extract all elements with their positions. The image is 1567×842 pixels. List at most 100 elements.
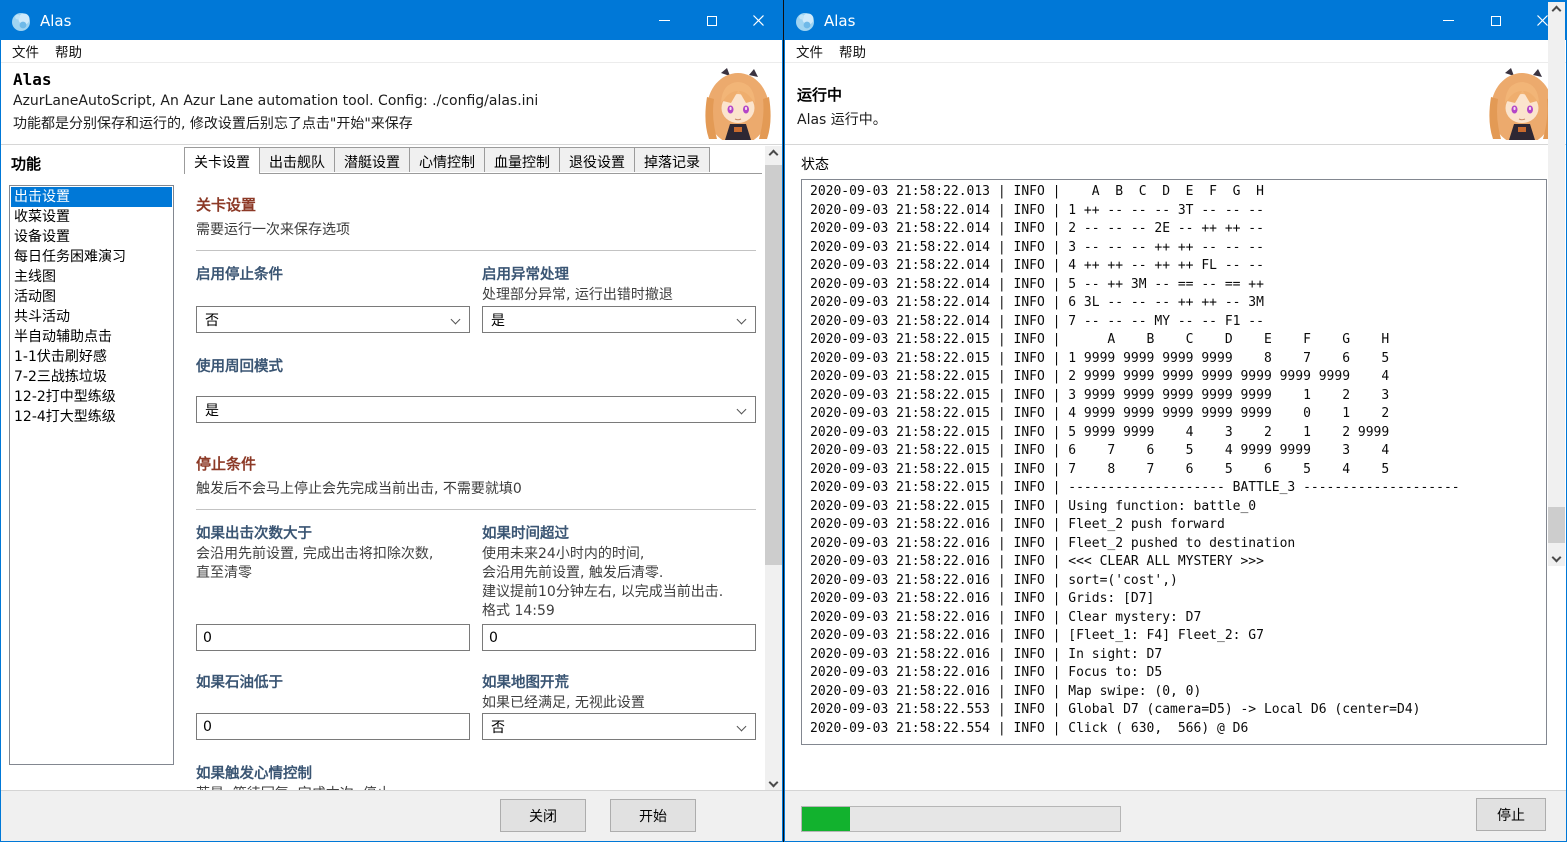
chevron-down-icon — [736, 404, 747, 415]
log-line: 2020-09-03 21:58:22.016 | INFO | Clear m… — [810, 609, 1202, 625]
section-desc: 需要运行一次来保存选项 — [196, 222, 350, 238]
sidebar-item[interactable]: 每日任务困难演习 — [11, 247, 172, 267]
window-runner: Alas 文件 帮助 运行中 Alas 运行中。 状态 2020-09-03 2… — [784, 0, 1567, 842]
divider — [196, 509, 756, 510]
log-line: 2020-09-03 21:58:22.016 | INFO | [Fleet_… — [810, 628, 1264, 643]
field-label-map-clear: 如果地图开荒 — [482, 675, 569, 691]
window-title: Alas — [40, 11, 72, 30]
section-desc-stop: 触发后不会马上停止会先完成当前出击, 不需要就填0 — [196, 481, 522, 497]
tab-bar: 关卡设置 出击舰队 潜艇设置 心情控制 血量控制 退役设置 掉落记录 — [184, 147, 762, 174]
close-button[interactable] — [735, 1, 782, 40]
settings-scrollbar[interactable] — [765, 146, 782, 791]
tab[interactable]: 潜艇设置 — [334, 147, 410, 172]
sidebar-item[interactable]: 1-1伏击刷好感 — [11, 347, 172, 367]
sidebar-item[interactable]: 收菜设置 — [11, 207, 172, 227]
scroll-down-button[interactable] — [1548, 549, 1565, 566]
log-scrollbar[interactable] — [1548, 2, 1565, 566]
sidebar-item[interactable]: 共斗活动 — [11, 307, 172, 327]
emergency-select[interactable]: 是 — [482, 306, 756, 333]
minimize-icon — [659, 20, 670, 21]
run-count-input[interactable] — [196, 624, 470, 651]
log-line: 2020-09-03 21:58:22.553 | INFO | Global … — [810, 702, 1421, 717]
log-line: 2020-09-03 21:58:22.016 | INFO | Focus t… — [810, 665, 1163, 680]
log-line: 2020-09-03 21:58:22.015 | INFO | 5 9999 … — [810, 424, 1390, 440]
tab[interactable]: 出击舰队 — [259, 147, 335, 172]
header-line1: AzurLaneAutoScript, An Azur Lane automat… — [13, 93, 539, 109]
log-line: 2020-09-03 21:58:22.554 | INFO | Click (… — [810, 720, 1249, 736]
menu-item[interactable]: 文件 — [788, 39, 831, 63]
sidebar-item[interactable]: 半自动辅助点击 — [11, 327, 172, 347]
tab[interactable]: 关卡设置 — [184, 147, 260, 174]
close-icon — [753, 15, 764, 26]
chevron-down-icon — [768, 777, 779, 788]
stop-condition-select[interactable]: 否 — [196, 306, 470, 333]
sidebar-item[interactable]: 12-2打中型练级 — [11, 387, 172, 407]
chevron-down-icon — [1551, 552, 1562, 563]
scrollbar-thumb[interactable] — [1548, 507, 1565, 543]
sidebar-item[interactable]: 活动图 — [11, 287, 172, 307]
tab[interactable]: 退役设置 — [559, 147, 635, 172]
log-line: 2020-09-03 21:58:22.016 | INFO | Fleet_2… — [810, 517, 1225, 532]
tab[interactable]: 心情控制 — [409, 147, 485, 172]
minimize-icon — [1443, 20, 1454, 21]
log-line: 2020-09-03 21:58:22.015 | INFO | 3 9999 … — [810, 387, 1390, 403]
menu-item[interactable]: 帮助 — [47, 39, 90, 63]
window-settings: Alas 文件 帮助 Alas AzurLaneAutoScript, An Az… — [0, 0, 783, 842]
titlebar[interactable]: Alas — [785, 1, 1566, 40]
app-logo-icon — [12, 12, 30, 31]
sidebar-item[interactable]: 主线图 — [11, 267, 172, 287]
progress-bar — [801, 806, 1121, 832]
field-desc-map-clear: 如果已经满足, 无视此设置 — [482, 695, 645, 711]
scrollbar-thumb[interactable] — [765, 165, 782, 565]
log-line: 2020-09-03 21:58:22.015 | INFO | 4 9999 … — [810, 406, 1390, 421]
loop-mode-select[interactable]: 是 — [196, 396, 756, 423]
field-desc-time-limit: 使用未来24小时内的时间, 会沿用先前设置, 触发后清零. 建议提前10分钟左右… — [482, 546, 724, 619]
run-status-title: 运行中 — [797, 86, 843, 104]
field-desc-emergency: 处理部分异常, 运行出错时撤退 — [482, 287, 673, 303]
app-logo-icon — [796, 12, 814, 31]
field-label-emotion: 如果触发心情控制 — [196, 766, 312, 782]
function-list: 出击设置 收菜设置 设备设置 每日任务困难演习 主线图 活动图 共斗活动 半自动辅助点击 1-1… — [9, 185, 174, 765]
maximize-button[interactable] — [688, 1, 735, 40]
log-line: 2020-09-03 21:58:22.016 | INFO | <<< CLE… — [810, 554, 1264, 569]
sidebar-item[interactable]: 7-2三战拣垃圾 — [11, 367, 172, 387]
log-line: 2020-09-03 21:58:22.014 | INFO | 1 ++ --… — [810, 202, 1264, 218]
sidebar-item[interactable]: 12-4打大型练级 — [11, 407, 172, 427]
field-label-run-count: 如果出击次数大于 — [196, 526, 312, 542]
loop-mode-value: 是 — [205, 402, 219, 419]
log-line: 2020-09-03 21:58:22.013 | INFO | A B C D… — [810, 184, 1264, 199]
footer-bar: 停止 — [785, 790, 1566, 841]
titlebar[interactable]: Alas — [1, 1, 782, 40]
close-config-button[interactable]: 关闭 — [500, 799, 586, 832]
chevron-up-icon — [1551, 5, 1562, 16]
menu-bar: 文件 帮助 — [1, 40, 782, 63]
tab[interactable]: 血量控制 — [484, 147, 560, 172]
map-clear-select[interactable]: 否 — [482, 713, 756, 740]
scroll-down-button[interactable] — [765, 774, 782, 791]
log-line: 2020-09-03 21:58:22.016 | INFO | In sigh… — [810, 646, 1163, 662]
log-line: 2020-09-03 21:58:22.015 | INFO | Using f… — [810, 498, 1257, 514]
sidebar-item[interactable]: 出击设置 — [11, 187, 172, 207]
oil-input[interactable] — [196, 713, 470, 740]
maximize-icon — [1490, 15, 1501, 26]
app-name: Alas — [13, 70, 52, 89]
log-output[interactable]: 2020-09-03 21:58:22.013 | INFO | A B C D… — [801, 179, 1547, 745]
menu-item[interactable]: 文件 — [4, 39, 47, 63]
log-line: 2020-09-03 21:58:22.015 | INFO | 2 9999 … — [810, 369, 1390, 384]
menu-item[interactable]: 帮助 — [831, 39, 874, 63]
scroll-up-button[interactable] — [1548, 2, 1565, 19]
start-button[interactable]: 开始 — [610, 799, 696, 832]
sidebar-item[interactable]: 设备设置 — [11, 227, 172, 247]
tab[interactable]: 掉落记录 — [634, 147, 710, 172]
stop-button[interactable]: 停止 — [1476, 798, 1546, 831]
log-line: 2020-09-03 21:58:22.015 | INFO | -------… — [810, 480, 1460, 495]
stop-condition-value: 否 — [205, 312, 219, 329]
time-limit-input[interactable] — [482, 624, 756, 651]
minimize-button[interactable] — [641, 1, 688, 40]
chevron-up-icon — [768, 149, 779, 160]
maximize-button[interactable] — [1472, 1, 1519, 40]
header: 运行中 Alas 运行中。 — [785, 63, 1566, 145]
minimize-button[interactable] — [1425, 1, 1472, 40]
scroll-up-button[interactable] — [765, 146, 782, 163]
run-status-line: Alas 运行中。 — [797, 112, 887, 128]
